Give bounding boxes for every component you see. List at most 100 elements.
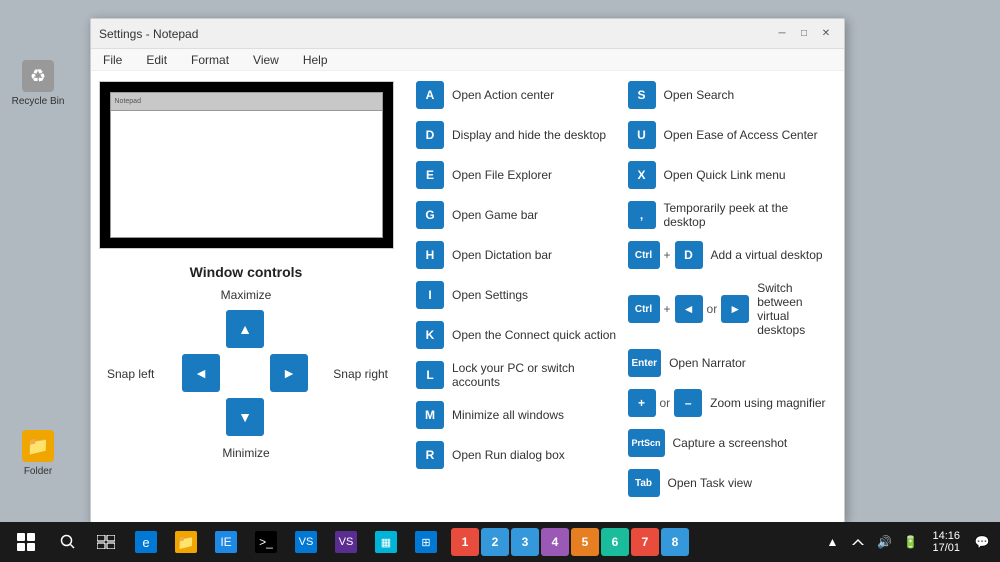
desc-comma: Temporarily peek at the desktop — [664, 201, 830, 229]
volume-icon[interactable]: 🔊 — [872, 522, 896, 562]
empty-top-right — [270, 310, 308, 348]
desc-a: Open Action center — [452, 88, 554, 102]
num-btn-2[interactable]: 2 — [481, 528, 509, 556]
key-ctrl-1: Ctrl — [628, 241, 660, 269]
empty-center — [226, 354, 264, 392]
time-block[interactable]: 14:16 17/01 — [924, 530, 968, 554]
shortcut-col-1: A Open Action center D Display and hide … — [416, 81, 618, 509]
num-btn-8[interactable]: 8 — [661, 528, 689, 556]
shortcut-row-g: G Open Game bar — [416, 201, 618, 229]
taskbar-task-view[interactable] — [86, 522, 126, 562]
taskbar-app-grid[interactable]: ▦ — [366, 522, 406, 562]
ie-icon: IE — [215, 531, 237, 553]
menu-file[interactable]: File — [99, 51, 126, 69]
shortcut-row-u: U Open Ease of Access Center — [628, 121, 830, 149]
start-button[interactable] — [2, 522, 50, 562]
key-left: ◄ — [675, 295, 703, 323]
empty-bottom-left — [182, 398, 220, 436]
right-panel: A Open Action center D Display and hide … — [401, 71, 844, 522]
window-title: Settings - Notepad — [99, 27, 198, 41]
shortcut-row-ctrl-d: Ctrl + D Add a virtual desktop — [628, 241, 830, 269]
taskbar-app-cmd[interactable]: >_ — [246, 522, 286, 562]
plus-2: + — [664, 302, 671, 316]
taskbar-app-windows[interactable]: ⊞ — [406, 522, 446, 562]
taskbar-app-edge[interactable]: e — [126, 522, 166, 562]
menu-view[interactable]: View — [249, 51, 283, 69]
shortcut-row-prtscn: PrtScn Capture a screenshot — [628, 429, 830, 457]
shortcut-row-h: H Open Dictation bar — [416, 241, 618, 269]
desktop-icon-folder-label: Folder — [24, 466, 52, 477]
window-controls: ─ □ ✕ — [772, 26, 836, 42]
shortcut-row-i: I Open Settings — [416, 281, 618, 309]
maximize-button[interactable]: □ — [794, 26, 814, 42]
key-prtscn: PrtScn — [628, 429, 665, 457]
left-panel: Notepad Window controls — [91, 71, 401, 522]
menu-help[interactable]: Help — [299, 51, 332, 69]
desc-u: Open Ease of Access Center — [664, 128, 818, 142]
taskbar-app-vscode[interactable]: VS — [286, 522, 326, 562]
taskbar-app-files[interactable]: 📁 — [166, 522, 206, 562]
shortcut-row-comma: , Temporarily peek at the desktop — [628, 201, 830, 229]
num-btn-1[interactable]: 1 — [451, 528, 479, 556]
taskbar-right: ▲ 🔊 🔋 14:16 17/01 💬 — [820, 522, 998, 562]
shortcut-row-x: X Open Quick Link menu — [628, 161, 830, 189]
num-btn-6[interactable]: 6 — [601, 528, 629, 556]
shortcut-row-m: M Minimize all windows — [416, 401, 618, 429]
shortcut-row-r: R Open Run dialog box — [416, 441, 618, 469]
taskbar-app-ie[interactable]: IE — [206, 522, 246, 562]
notification-icon[interactable]: 💬 — [970, 522, 994, 562]
desc-tab: Open Task view — [668, 476, 753, 490]
or-2: or — [660, 396, 671, 410]
network-icon[interactable] — [846, 522, 870, 562]
taskbar: e 📁 IE >_ VS VS ▦ ⊞ 1 2 3 4 5 6 — [0, 522, 1000, 562]
taskbar-search[interactable] — [50, 522, 86, 562]
battery-icon[interactable]: 🔋 — [898, 522, 922, 562]
key-l: L — [416, 361, 444, 389]
desc-k: Open the Connect quick action — [452, 328, 616, 342]
desc-ctrl-d: Add a virtual desktop — [711, 248, 823, 262]
desc-enter: Open Narrator — [669, 356, 746, 370]
controls-label: Window controls — [190, 264, 303, 280]
desktop-icon-folder[interactable]: 📁 Folder — [8, 430, 68, 477]
key-x: X — [628, 161, 656, 189]
desc-h: Open Dictation bar — [452, 248, 552, 262]
num-btn-5[interactable]: 5 — [571, 528, 599, 556]
menu-edit[interactable]: Edit — [142, 51, 171, 69]
minimize-button[interactable]: ─ — [772, 26, 792, 42]
desc-ctrl-arrows: Switch between virtual desktops — [757, 281, 829, 337]
shortcut-row-d: D Display and hide the desktop — [416, 121, 618, 149]
key-plus: + — [628, 389, 656, 417]
window-body: Notepad Window controls — [91, 71, 844, 522]
desc-d: Display and hide the desktop — [452, 128, 606, 142]
close-button[interactable]: ✕ — [816, 26, 836, 42]
arrow-left-button[interactable]: ◄ — [182, 354, 220, 392]
shortcut-row-enter: Enter Open Narrator — [628, 349, 830, 377]
key-g: G — [416, 201, 444, 229]
num-btn-4[interactable]: 4 — [541, 528, 569, 556]
win-icon: ⊞ — [415, 531, 437, 553]
plus-1: + — [664, 248, 671, 262]
desktop-icon-recycle[interactable]: ♻ Recycle Bin — [8, 60, 68, 107]
key-s: S — [628, 81, 656, 109]
key-m: M — [416, 401, 444, 429]
chevron-up-icon[interactable]: ▲ — [820, 522, 844, 562]
arrow-up-button[interactable]: ▲ — [226, 310, 264, 348]
files-icon: 📁 — [175, 531, 197, 553]
cmd-icon: >_ — [255, 531, 277, 553]
key-minus: – — [674, 389, 702, 417]
key-h: H — [416, 241, 444, 269]
shortcut-row-k: K Open the Connect quick action — [416, 321, 618, 349]
desc-r: Open Run dialog box — [452, 448, 565, 462]
num-btn-7[interactable]: 7 — [631, 528, 659, 556]
preview-body — [111, 111, 382, 237]
window-titlebar: Settings - Notepad ─ □ ✕ — [91, 19, 844, 49]
key-e: E — [416, 161, 444, 189]
start-icon — [17, 533, 35, 551]
snap-right-label: Snap right — [333, 367, 388, 381]
menu-format[interactable]: Format — [187, 51, 233, 69]
arrow-right-button[interactable]: ► — [270, 354, 308, 392]
key-u: U — [628, 121, 656, 149]
arrow-down-button[interactable]: ▼ — [226, 398, 264, 436]
taskbar-app-vscode2[interactable]: VS — [326, 522, 366, 562]
num-btn-3[interactable]: 3 — [511, 528, 539, 556]
